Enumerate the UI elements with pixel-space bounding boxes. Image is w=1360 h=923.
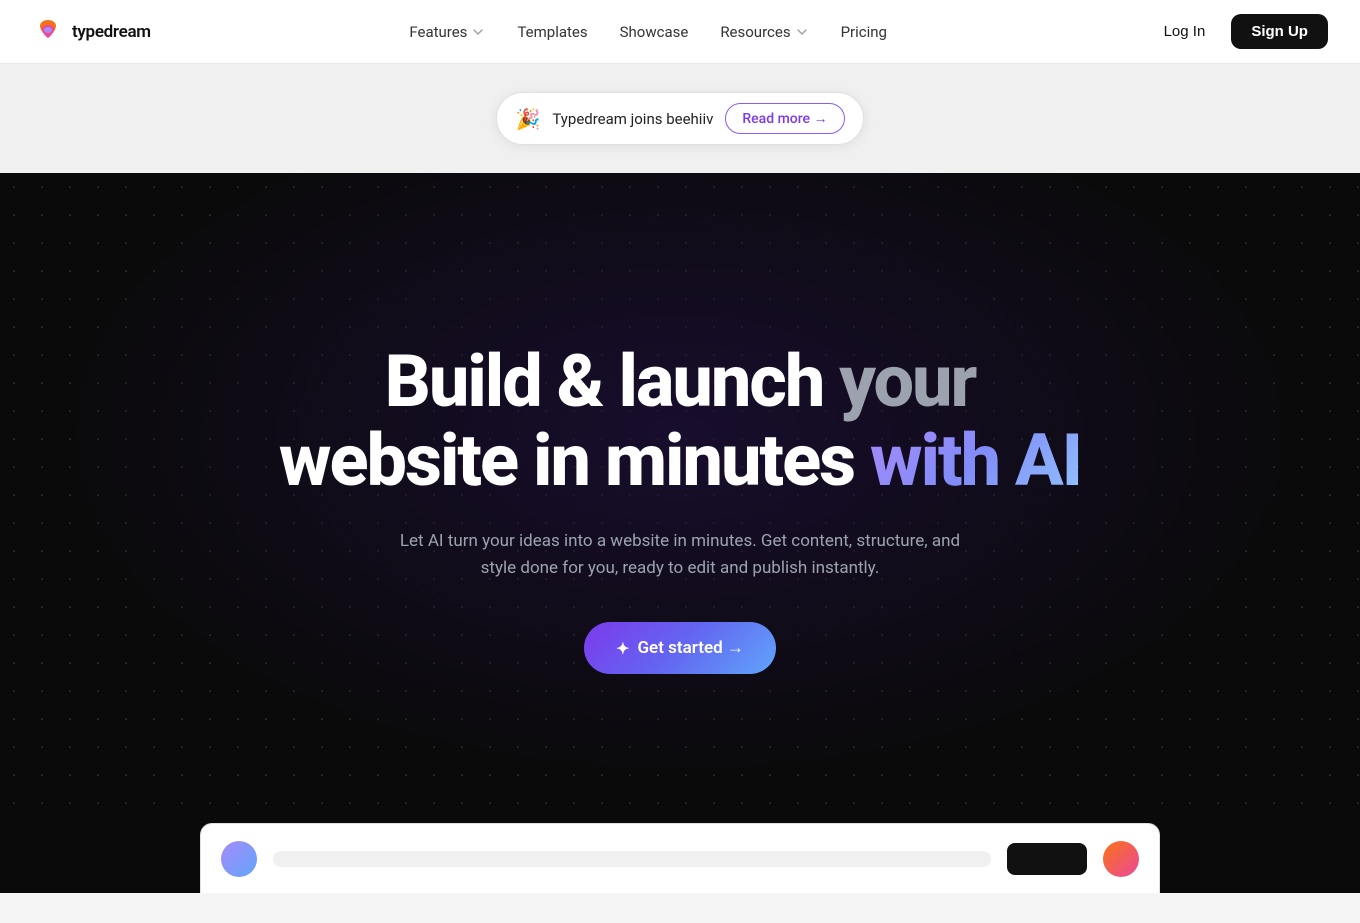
nav-resources[interactable]: Resources (706, 15, 822, 49)
hero-title-line1: Build & launch your (279, 342, 1081, 421)
nav-auth: Log In Sign Up (1146, 14, 1328, 49)
get-started-button[interactable]: ✦ Get started → (584, 622, 776, 674)
nav-features[interactable]: Features (395, 15, 499, 49)
pricing-label: Pricing (841, 23, 887, 41)
announcement-pill: 🎉 Typedream joins beehiiv Read more → (496, 92, 863, 145)
hero-section: Build & launch your website in minutes w… (0, 173, 1360, 823)
login-button[interactable]: Log In (1146, 14, 1224, 49)
chevron-down-icon (471, 25, 485, 39)
hero-title-line2: website in minutes with AI (279, 421, 1081, 500)
hero-title-highlight1: your (839, 339, 975, 424)
resources-label: Resources (720, 23, 790, 41)
hero-title: Build & launch your website in minutes w… (279, 342, 1081, 500)
sparkle-icon: ✦ (616, 639, 629, 658)
nav-links: Features Templates Showcase Resources Pr… (395, 15, 901, 49)
hero-title-part1: Build & launch (385, 339, 840, 424)
preview-window (200, 823, 1160, 893)
announcement-text: Typedream joins beehiiv (552, 110, 713, 128)
templates-label: Templates (517, 23, 587, 41)
hero-title-part2: website in minutes (279, 418, 870, 503)
nav-templates[interactable]: Templates (503, 15, 601, 49)
logo[interactable]: typedream (32, 16, 151, 48)
preview-strip (0, 823, 1360, 893)
nav-showcase[interactable]: Showcase (606, 15, 703, 49)
read-more-link[interactable]: Read more → (725, 103, 844, 134)
cta-label: Get started → (637, 638, 743, 658)
hero-content: Build & launch your website in minutes w… (279, 342, 1081, 675)
navbar: typedream Features Templates Showcase Re… (0, 0, 1360, 64)
features-label: Features (409, 23, 467, 41)
hero-subtitle: Let AI turn your ideas into a website in… (390, 528, 970, 582)
logo-text: typedream (72, 22, 151, 42)
top-banner-area: 🎉 Typedream joins beehiiv Read more → (0, 64, 1360, 173)
showcase-label: Showcase (620, 23, 689, 41)
nav-pricing[interactable]: Pricing (827, 15, 901, 49)
logo-icon (32, 16, 64, 48)
chevron-down-icon-2 (795, 25, 809, 39)
hero-title-highlight2: with AI (870, 418, 1081, 503)
signup-button[interactable]: Sign Up (1231, 14, 1328, 49)
announcement-emoji: 🎉 (515, 107, 540, 131)
